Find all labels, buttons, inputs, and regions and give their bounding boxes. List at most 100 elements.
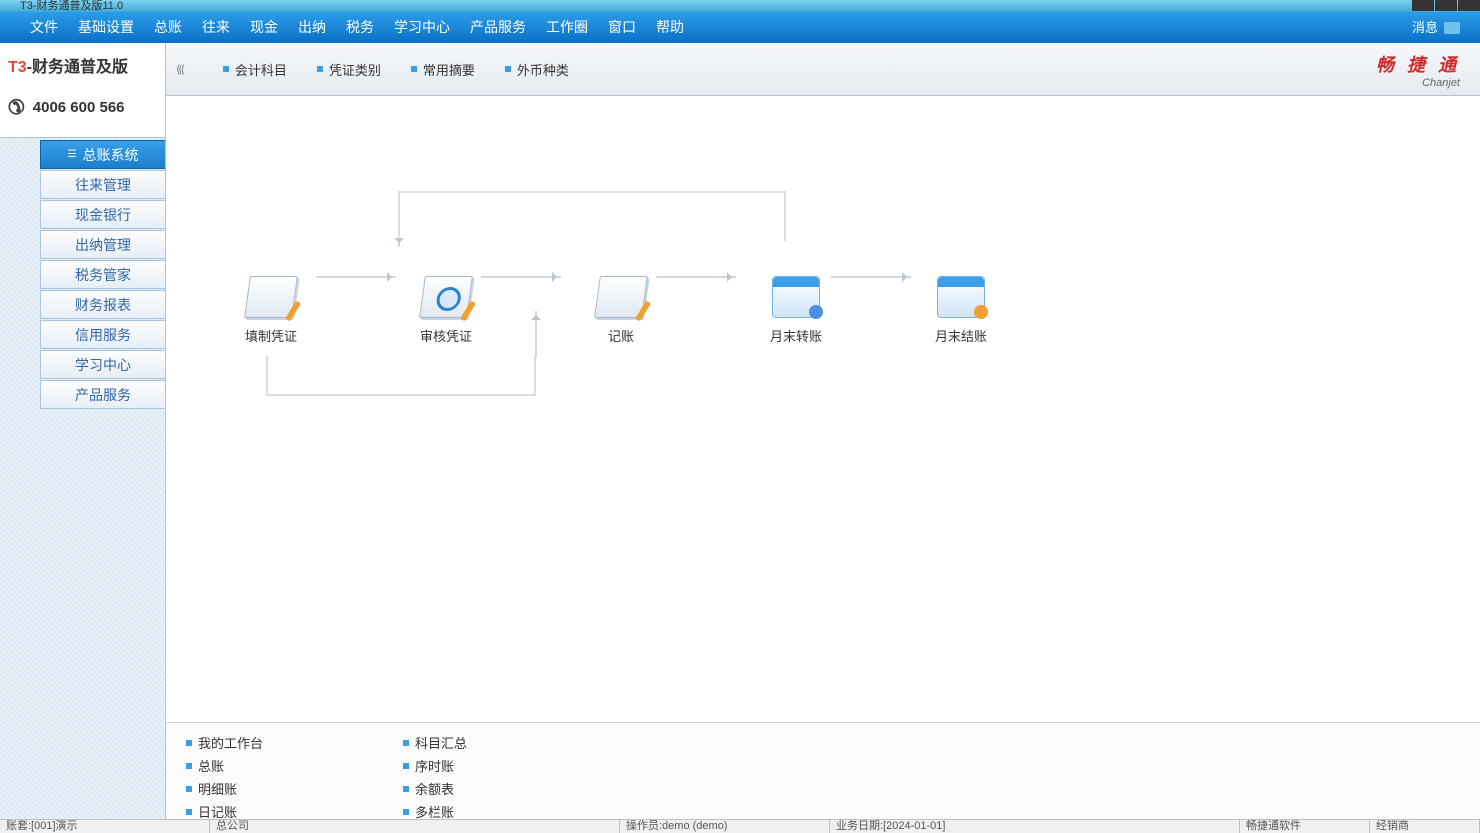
workflow-post[interactable]: 记账 [566,276,676,345]
menu-work-circle[interactable]: 工作圈 [536,12,598,43]
product-title: T3-财务通普及版 [8,53,157,77]
logo-box: T3-财务通普及版 ✆ 4006 600 566 [0,43,165,138]
selected-icon: ☰ [68,149,77,160]
menu-basic-settings[interactable]: 基础设置 [68,12,144,43]
nav-learning[interactable]: 学习中心 [40,350,165,379]
menu-window[interactable]: 窗口 [598,12,646,43]
nav-label: 总账系统 [82,145,138,165]
status-operator: 操作员:demo (demo) [620,820,830,833]
flow-line [398,191,786,241]
status-date: 业务日期:[2024-01-01] [830,820,1240,833]
link-detail-ledger[interactable]: 明细账 [186,779,263,798]
bullet-icon [186,740,192,746]
nav-receivables[interactable]: 往来管理 [40,170,165,199]
menu-tax[interactable]: 税务 [336,12,384,43]
sidebar: T3-财务通普及版 ✆ 4006 600 566 ☰ 总账系统 往来管理 现金银行… [0,43,166,819]
phone-number: 4006 600 566 [33,99,125,116]
link-label: 总账 [198,756,224,775]
toolbar-currency[interactable]: 外币种类 [505,60,569,79]
window-controls [1411,0,1480,11]
workflow-label: 月末结账 [906,326,1016,345]
brand-cn: 畅 捷 通 [1376,51,1460,77]
link-label: 多栏账 [415,802,454,821]
collapse-sidebar-button[interactable]: ⟨⟨⟨ [176,63,183,76]
link-label: 明细账 [198,779,237,798]
ledger-pen-icon [594,276,648,318]
menu-cash[interactable]: 现金 [240,12,288,43]
toolbar: ⟨⟨⟨ 会计科目 凭证类别 常用摘要 外币种类 畅 捷 通 Chanjet [166,43,1480,96]
minimize-button[interactable] [1412,0,1434,11]
menu-bar: 文件 基础设置 总账 往来 现金 出纳 税务 学习中心 产品服务 工作圈 窗口 … [0,12,1480,43]
document-magnifier-icon [419,276,473,318]
nav-cash-bank[interactable]: 现金银行 [40,200,165,229]
status-vendor: 畅捷通软件 [1240,820,1370,833]
nav-list: ☰ 总账系统 往来管理 现金银行 出纳管理 税务管家 财务报表 信用服务 学习中心… [0,138,165,819]
link-label: 序时账 [415,756,454,775]
link-balance-sheet[interactable]: 余额表 [403,779,467,798]
menu-receivables[interactable]: 往来 [192,12,240,43]
bullet-icon [186,763,192,769]
link-label: 余额表 [415,779,454,798]
arrow-icon [535,311,537,357]
toolbar-accounts[interactable]: 会计科目 [223,60,287,79]
bullet-icon [223,66,229,72]
nav-general-ledger[interactable]: ☰ 总账系统 [40,140,165,169]
toolbar-voucher-type[interactable]: 凭证类别 [317,60,381,79]
menu-file[interactable]: 文件 [20,12,68,43]
flow-line [266,356,536,396]
menu-learning[interactable]: 学习中心 [384,12,460,43]
menu-help[interactable]: 帮助 [646,12,694,43]
arrow-icon [398,239,400,247]
nav-cashier[interactable]: 出纳管理 [40,230,165,259]
bullet-icon [186,786,192,792]
nav-tax[interactable]: 税务管家 [40,260,165,289]
menu-product-service[interactable]: 产品服务 [460,12,536,43]
workflow-month-transfer[interactable]: 月末转账 [741,276,851,345]
menu-cashier[interactable]: 出纳 [288,12,336,43]
message-icon [1444,22,1460,34]
phone-icon: ✆ [8,95,25,120]
menu-general-ledger[interactable]: 总账 [144,12,192,43]
nav-product-service[interactable]: 产品服务 [40,380,165,409]
link-column: 我的工作台 总账 明细账 日记账 [186,733,263,809]
phone-row: ✆ 4006 600 566 [8,95,157,120]
bullet-icon [403,763,409,769]
workflow-create-voucher[interactable]: 填制凭证 [216,276,326,345]
status-company: 总公司 [210,820,620,833]
maximize-button[interactable] [1435,0,1457,11]
link-journal[interactable]: 日记账 [186,802,263,821]
toolbar-summary[interactable]: 常用摘要 [411,60,475,79]
document-pen-icon [244,276,298,318]
logo-prefix: T3 [8,59,27,76]
link-my-desktop[interactable]: 我的工作台 [186,733,263,752]
workflow-canvas: 填制凭证 审核凭证 记账 月末转账 月末结账 [166,96,1480,722]
bullet-icon [186,809,192,815]
toolbar-label: 凭证类别 [329,60,381,79]
bullet-icon [403,809,409,815]
link-label: 科目汇总 [415,733,467,752]
calendar-transfer-icon [772,276,820,318]
workflow-label: 审核凭证 [391,326,501,345]
nav-reports[interactable]: 财务报表 [40,290,165,319]
message-indicator[interactable]: 消息 [1412,12,1460,43]
link-general-ledger[interactable]: 总账 [186,756,263,775]
status-dealer: 经销商 [1370,820,1480,833]
window-title-bar: T3-财务通普及版11.0 [0,0,1480,12]
close-button[interactable] [1458,0,1480,11]
workflow-audit-voucher[interactable]: 审核凭证 [391,276,501,345]
link-account-summary[interactable]: 科目汇总 [403,733,467,752]
link-chronological[interactable]: 序时账 [403,756,467,775]
status-bar: 账套:[001]演示 总公司 操作员:demo (demo) 业务日期:[202… [0,819,1480,833]
workflow-label: 填制凭证 [216,326,326,345]
bullet-icon [505,66,511,72]
brand-en: Chanjet [1376,77,1460,89]
bullet-icon [411,66,417,72]
link-column: 科目汇总 序时账 余额表 多栏账 [403,733,467,809]
link-label: 我的工作台 [198,733,263,752]
workflow-month-close[interactable]: 月末结账 [906,276,1016,345]
bullet-icon [317,66,323,72]
nav-credit[interactable]: 信用服务 [40,320,165,349]
link-multi-column[interactable]: 多栏账 [403,802,467,821]
message-label: 消息 [1412,12,1438,43]
logo-suffix: -财务通普及版 [27,59,128,76]
